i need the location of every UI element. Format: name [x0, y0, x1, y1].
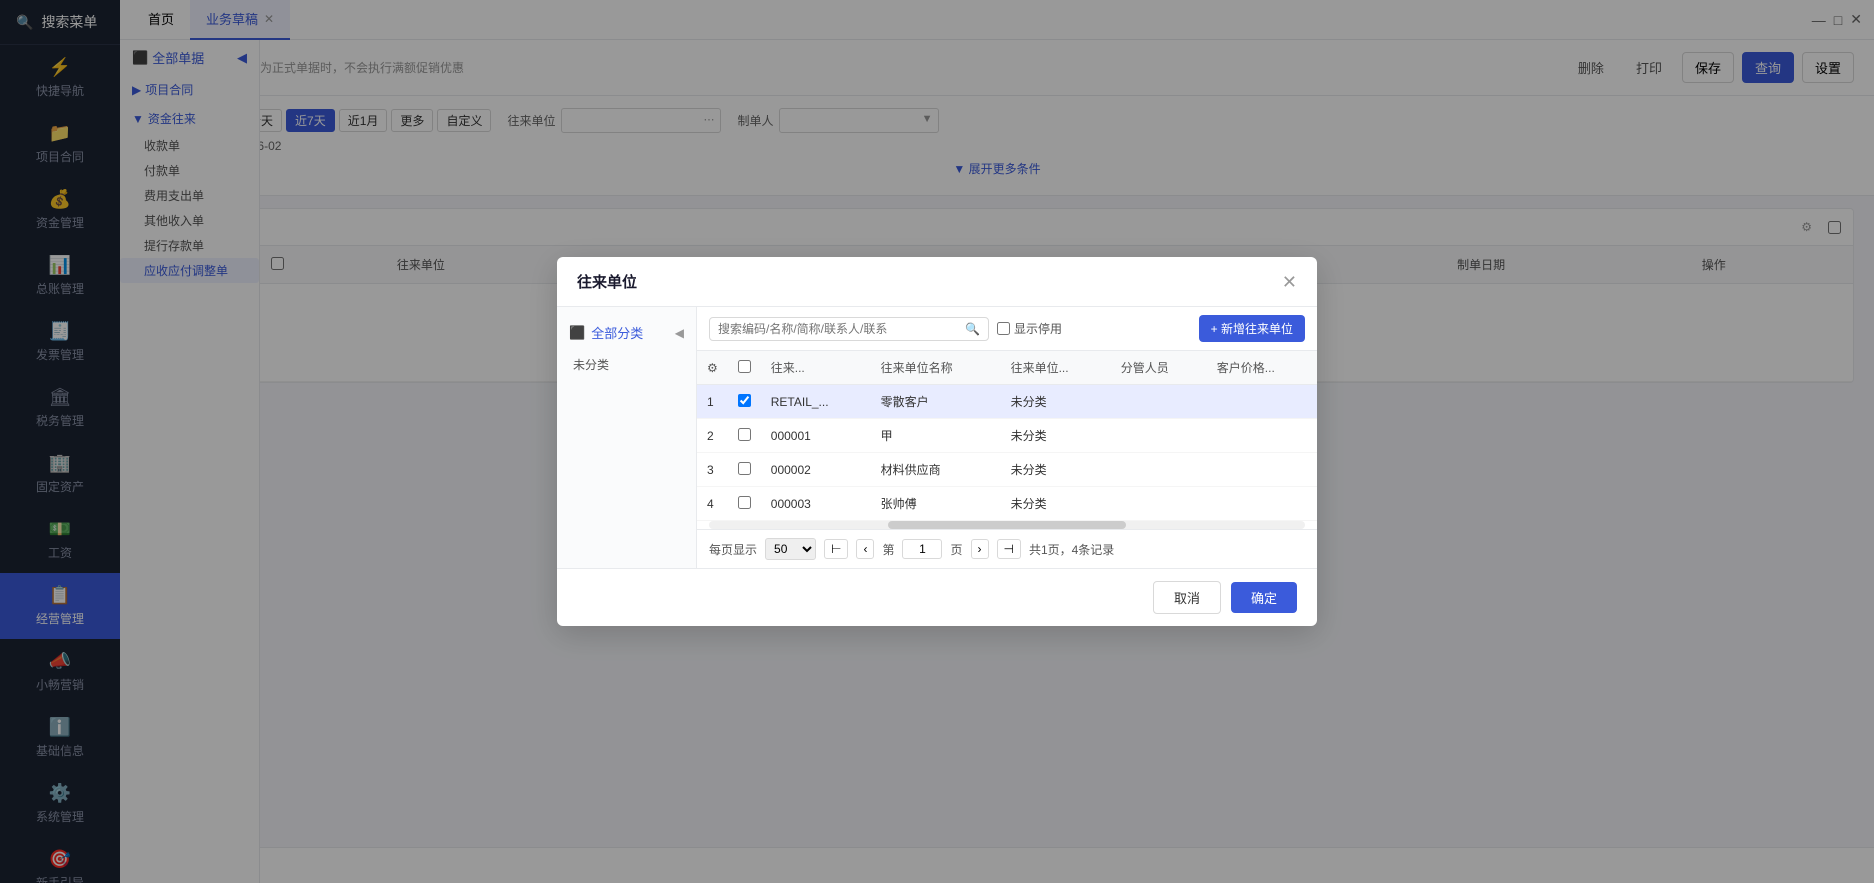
last-page-btn[interactable]: ⊣ — [997, 539, 1021, 559]
row-code: RETAIL_... — [761, 385, 871, 419]
dialog-table-row[interactable]: 3 000002 材料供应商 未分类 — [697, 453, 1317, 487]
dialog-table-row[interactable]: 1 RETAIL_... 零散客户 未分类 — [697, 385, 1317, 419]
per-page-label: 每页显示 — [709, 541, 757, 558]
row-price — [1207, 453, 1317, 487]
row-code: 000003 — [761, 487, 871, 521]
total-label: 共1页，4条记录 — [1029, 541, 1114, 558]
confirm-button[interactable]: 确定 — [1231, 582, 1297, 613]
row-no: 1 — [697, 385, 728, 419]
row-price — [1207, 487, 1317, 521]
dialog-right-panel: 🔍 显示停用 + 新增往来单位 ⚙ — [697, 307, 1317, 568]
dialog-select-all[interactable] — [738, 360, 751, 373]
row-checkbox[interactable] — [728, 453, 761, 487]
page-label: 页 — [950, 541, 962, 558]
partner-dialog: 往来单位 ✕ ⬛ 全部分类 ◀ 未分类 — [557, 257, 1317, 626]
per-page-select[interactable]: 50 100 — [765, 538, 816, 560]
th-name: 往来单位名称 — [871, 351, 1001, 385]
left-panel-collapse[interactable]: ◀ — [675, 326, 684, 340]
next-page-btn[interactable]: › — [971, 539, 989, 559]
dialog-table-header: ⚙ 往来... 往来单位名称 往来单位... 分管人员 客户价格... — [697, 351, 1317, 385]
dialog-body: ⬛ 全部分类 ◀ 未分类 🔍 显示停用 — [557, 307, 1317, 568]
first-page-btn[interactable]: ⊢ — [824, 539, 848, 559]
row-no: 2 — [697, 419, 728, 453]
row-code: 000002 — [761, 453, 871, 487]
row-manager — [1111, 419, 1207, 453]
search-input[interactable] — [718, 322, 959, 336]
prev-page-btn[interactable]: ‹ — [856, 539, 874, 559]
row-name: 材料供应商 — [871, 453, 1001, 487]
left-panel-title: 全部分类 — [591, 323, 643, 342]
right-toolbar: 🔍 显示停用 + 新增往来单位 — [697, 307, 1317, 351]
row-checkbox[interactable] — [728, 419, 761, 453]
dialog-close-btn[interactable]: ✕ — [1282, 273, 1297, 291]
row-manager — [1111, 453, 1207, 487]
th-price: 客户价格... — [1207, 351, 1317, 385]
dialog-table-row[interactable]: 2 000001 甲 未分类 — [697, 419, 1317, 453]
th-code: 往来... — [761, 351, 871, 385]
show-disabled-checkbox[interactable] — [997, 322, 1010, 335]
row-name: 张帅傅 — [871, 487, 1001, 521]
cancel-button[interactable]: 取消 — [1153, 581, 1221, 614]
dialog-table-row[interactable]: 4 000003 张帅傅 未分类 — [697, 487, 1317, 521]
show-disabled-label[interactable]: 显示停用 — [997, 320, 1062, 337]
row-price — [1207, 385, 1317, 419]
dialog-left-panel: ⬛ 全部分类 ◀ 未分类 — [557, 307, 697, 568]
add-partner-button[interactable]: + 新增往来单位 — [1199, 315, 1305, 342]
grid-icon: ⬛ — [569, 325, 585, 341]
dialog-header: 往来单位 ✕ — [557, 257, 1317, 307]
left-panel-header[interactable]: ⬛ 全部分类 ◀ — [557, 315, 696, 350]
left-panel-item-uncategorized[interactable]: 未分类 — [557, 350, 696, 379]
row-category: 未分类 — [1001, 487, 1111, 521]
row-manager — [1111, 385, 1207, 419]
page-text: 第 — [882, 541, 894, 558]
row-no: 3 — [697, 453, 728, 487]
dialog-table: ⚙ 往来... 往来单位名称 往来单位... 分管人员 客户价格... — [697, 351, 1317, 521]
row-checkbox[interactable] — [728, 487, 761, 521]
search-box[interactable]: 🔍 — [709, 317, 989, 341]
th-settings: ⚙ — [697, 351, 728, 385]
row-name: 零散客户 — [871, 385, 1001, 419]
scrollbar-thumb[interactable] — [888, 521, 1126, 529]
dialog-title: 往来单位 — [577, 271, 637, 292]
th-category: 往来单位... — [1001, 351, 1111, 385]
dialog-overlay[interactable]: 往来单位 ✕ ⬛ 全部分类 ◀ 未分类 — [0, 0, 1874, 883]
row-manager — [1111, 487, 1207, 521]
horizontal-scrollbar[interactable] — [709, 521, 1305, 529]
dialog-pagination: 每页显示 50 100 ⊢ ‹ 第 页 › ⊣ 共1页，4条记录 — [697, 529, 1317, 568]
th-manager: 分管人员 — [1111, 351, 1207, 385]
row-no: 4 — [697, 487, 728, 521]
search-icon: 🔍 — [965, 322, 980, 336]
page-number-input[interactable] — [902, 539, 942, 559]
dialog-footer: 取消 确定 — [557, 568, 1317, 626]
row-category: 未分类 — [1001, 419, 1111, 453]
row-price — [1207, 419, 1317, 453]
dialog-table-wrap: ⚙ 往来... 往来单位名称 往来单位... 分管人员 客户价格... — [697, 351, 1317, 521]
row-name: 甲 — [871, 419, 1001, 453]
row-code: 000001 — [761, 419, 871, 453]
th-checkbox — [728, 351, 761, 385]
row-category: 未分类 — [1001, 453, 1111, 487]
row-category: 未分类 — [1001, 385, 1111, 419]
row-checkbox[interactable] — [728, 385, 761, 419]
